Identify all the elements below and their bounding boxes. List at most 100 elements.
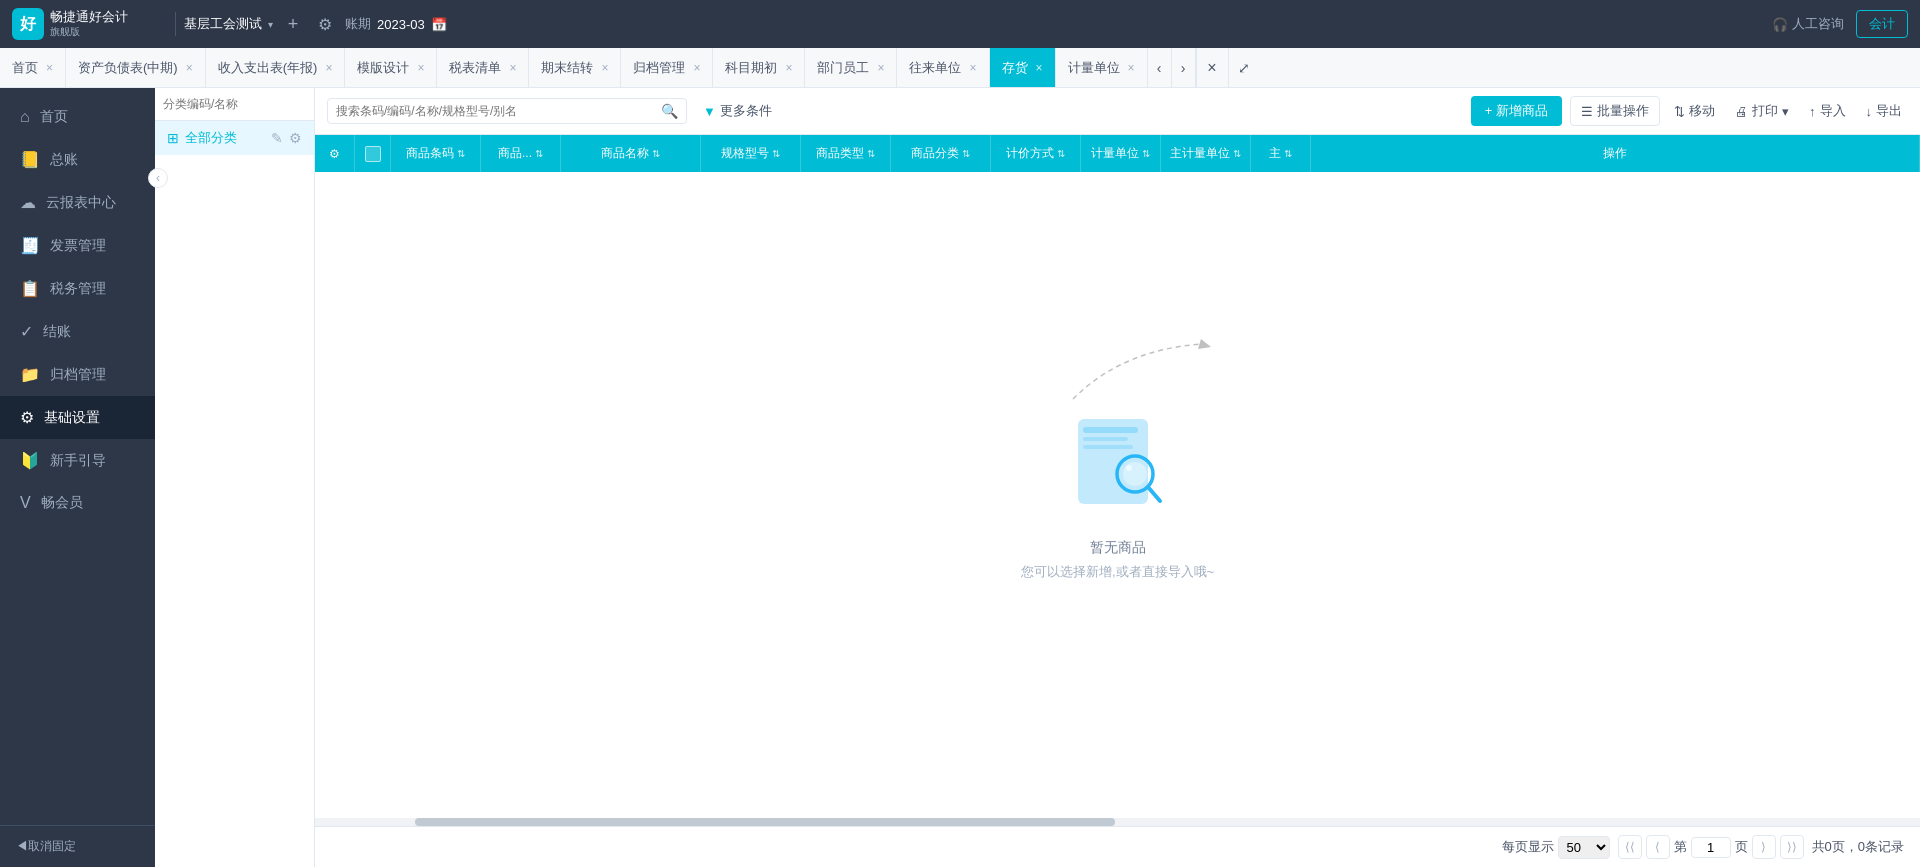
th-code[interactable]: 商品... ⇅ xyxy=(481,135,561,172)
sidebar-item-invoice[interactable]: 🧾 发票管理 xyxy=(0,224,155,267)
sidebar-item-ledger[interactable]: 📒 总账 xyxy=(0,138,155,181)
tab-close-icon[interactable]: × xyxy=(417,61,424,75)
all-category-item[interactable]: ⊞ 全部分类 ✎ ⚙ xyxy=(155,121,314,155)
tab-close-icon[interactable]: × xyxy=(1036,61,1043,75)
logo-text-group: 畅捷通好会计 旗舰版 xyxy=(50,9,128,39)
tab-close-icon[interactable]: × xyxy=(46,61,53,75)
tab-close-icon[interactable]: × xyxy=(693,61,700,75)
tab-contacts[interactable]: 往来单位 × xyxy=(897,48,989,88)
th-barcode[interactable]: 商品条码 ⇅ xyxy=(391,135,481,172)
th-unit-label: 计量单位 xyxy=(1091,145,1139,162)
tab-close-icon[interactable]: × xyxy=(186,61,193,75)
product-search-input[interactable] xyxy=(336,104,655,118)
th-spec[interactable]: 规格型号 ⇅ xyxy=(701,135,801,172)
category-search-input[interactable] xyxy=(163,97,313,111)
th-extra-label: 主 xyxy=(1269,145,1281,162)
add-tab-button[interactable]: + xyxy=(281,12,305,36)
tab-income-statement[interactable]: 收入支出表(年报) × xyxy=(206,48,346,88)
account-button[interactable]: 会计 xyxy=(1856,10,1908,38)
sidebar-label: 总账 xyxy=(50,151,78,169)
sidebar-item-home[interactable]: ⌂ 首页 xyxy=(0,96,155,138)
guide-icon: 🔰 xyxy=(20,451,40,470)
tab-close-all-button[interactable]: × xyxy=(1196,48,1228,88)
tab-close-icon[interactable]: × xyxy=(1128,61,1135,75)
print-button[interactable]: 🖨 打印 ▾ xyxy=(1729,98,1795,124)
svg-rect-4 xyxy=(1083,445,1133,449)
scrollbar-thumb[interactable] xyxy=(415,818,1115,826)
right-panel: 🔍 ▼ 更多条件 + 新增商品 ☰ 批量操作 ⇅ 移动 xyxy=(315,88,1920,867)
tax-icon: 📋 xyxy=(20,279,40,298)
th-checkbox[interactable] xyxy=(355,135,391,172)
edit-category-icon[interactable]: ✎ xyxy=(271,130,283,146)
tab-home[interactable]: 首页 × xyxy=(0,48,66,88)
move-button[interactable]: ⇅ 移动 xyxy=(1668,98,1721,124)
th-main-unit[interactable]: 主计量单位 ⇅ xyxy=(1161,135,1251,172)
tab-tax-list[interactable]: 税表清单 × xyxy=(437,48,529,88)
tab-close-icon[interactable]: × xyxy=(601,61,608,75)
consulting-button[interactable]: 🎧 人工咨询 xyxy=(1772,15,1844,33)
tab-close-icon[interactable]: × xyxy=(509,61,516,75)
tab-archive[interactable]: 归档管理 × xyxy=(621,48,713,88)
per-page-select[interactable]: 50 100 200 xyxy=(1558,836,1610,859)
company-selector[interactable]: 基层工会测试 ▾ xyxy=(184,15,273,33)
page-first-button[interactable]: ⟨⟨ xyxy=(1618,835,1642,859)
tab-template-design[interactable]: 模版设计 × xyxy=(345,48,437,88)
header-settings-button[interactable]: ⚙ xyxy=(313,12,337,36)
logo-area: 好 畅捷通好会计 旗舰版 xyxy=(12,8,167,40)
more-filter-button[interactable]: ▼ 更多条件 xyxy=(695,98,780,124)
tab-label: 期末结转 xyxy=(541,59,593,77)
horizontal-scrollbar[interactable] xyxy=(315,818,1920,826)
tab-close-icon[interactable]: × xyxy=(969,61,976,75)
app-logo-icon: 好 xyxy=(12,8,44,40)
category-search-area: 🔍 xyxy=(155,88,314,121)
headset-icon: 🎧 xyxy=(1772,17,1788,32)
th-name[interactable]: 商品名称 ⇅ xyxy=(561,135,701,172)
sidebar-label: 归档管理 xyxy=(50,366,106,384)
th-category[interactable]: 商品分类 ⇅ xyxy=(891,135,991,172)
main-layout: ⌂ 首页 📒 总账 ☁ 云报表中心 🧾 发票管理 📋 税务管理 ✓ 结账 xyxy=(0,88,1920,867)
cloud-icon: ☁ xyxy=(20,193,36,212)
page-prev-button[interactable]: ⟨ xyxy=(1646,835,1670,859)
sidebar-label: 云报表中心 xyxy=(46,194,116,212)
panel-collapse-button[interactable]: ‹ xyxy=(155,168,168,188)
tab-prev-button[interactable]: ‹ xyxy=(1148,48,1172,88)
calendar-icon[interactable]: 📅 xyxy=(431,17,447,32)
th-settings[interactable]: ⚙ xyxy=(315,135,355,172)
sidebar-item-closing[interactable]: ✓ 结账 xyxy=(0,310,155,353)
tab-unit[interactable]: 计量单位 × xyxy=(1056,48,1148,88)
th-type[interactable]: 商品类型 ⇅ xyxy=(801,135,891,172)
tab-subject-init[interactable]: 科目期初 × xyxy=(713,48,805,88)
sidebar-item-reports[interactable]: ☁ 云报表中心 xyxy=(0,181,155,224)
empty-arrow-svg xyxy=(1063,339,1223,419)
page-last-button[interactable]: ⟩⟩ xyxy=(1780,835,1804,859)
export-button[interactable]: ↓ 导出 xyxy=(1860,98,1909,124)
tab-balance-sheet[interactable]: 资产负债表(中期) × xyxy=(66,48,206,88)
add-product-button[interactable]: + 新增商品 xyxy=(1471,96,1562,126)
import-button[interactable]: ↑ 导入 xyxy=(1803,98,1852,124)
tab-period-transfer[interactable]: 期末结转 × xyxy=(529,48,621,88)
th-extra[interactable]: 主 ⇅ xyxy=(1251,135,1311,172)
sidebar-label: 首页 xyxy=(40,108,68,126)
settings-category-icon[interactable]: ⚙ xyxy=(289,130,302,146)
tab-close-icon[interactable]: × xyxy=(877,61,884,75)
unpin-button[interactable]: ◀取消固定 xyxy=(16,838,139,855)
page-number-input[interactable] xyxy=(1691,837,1731,858)
tab-close-icon[interactable]: × xyxy=(325,61,332,75)
sidebar-item-tax[interactable]: 📋 税务管理 xyxy=(0,267,155,310)
sidebar-item-guide[interactable]: 🔰 新手引导 xyxy=(0,439,155,482)
tab-expand-button[interactable]: ⤢ xyxy=(1228,48,1260,88)
tab-dept-staff[interactable]: 部门员工 × xyxy=(805,48,897,88)
select-all-checkbox[interactable] xyxy=(365,146,381,162)
th-price-method[interactable]: 计价方式 ⇅ xyxy=(991,135,1081,172)
product-search-icon[interactable]: 🔍 xyxy=(661,103,678,119)
batch-operation-button[interactable]: ☰ 批量操作 xyxy=(1570,96,1660,126)
page-next-button[interactable]: ⟩ xyxy=(1752,835,1776,859)
sidebar-item-member[interactable]: V 畅会员 xyxy=(0,482,155,524)
tab-close-icon[interactable]: × xyxy=(785,61,792,75)
sidebar-item-archive[interactable]: 📁 归档管理 xyxy=(0,353,155,396)
sidebar-item-settings[interactable]: ⚙ 基础设置 xyxy=(0,396,155,439)
th-category-label: 商品分类 xyxy=(911,145,959,162)
th-unit[interactable]: 计量单位 ⇅ xyxy=(1081,135,1161,172)
tab-inventory[interactable]: 存货 × xyxy=(990,48,1056,88)
tab-next-button[interactable]: › xyxy=(1172,48,1196,88)
